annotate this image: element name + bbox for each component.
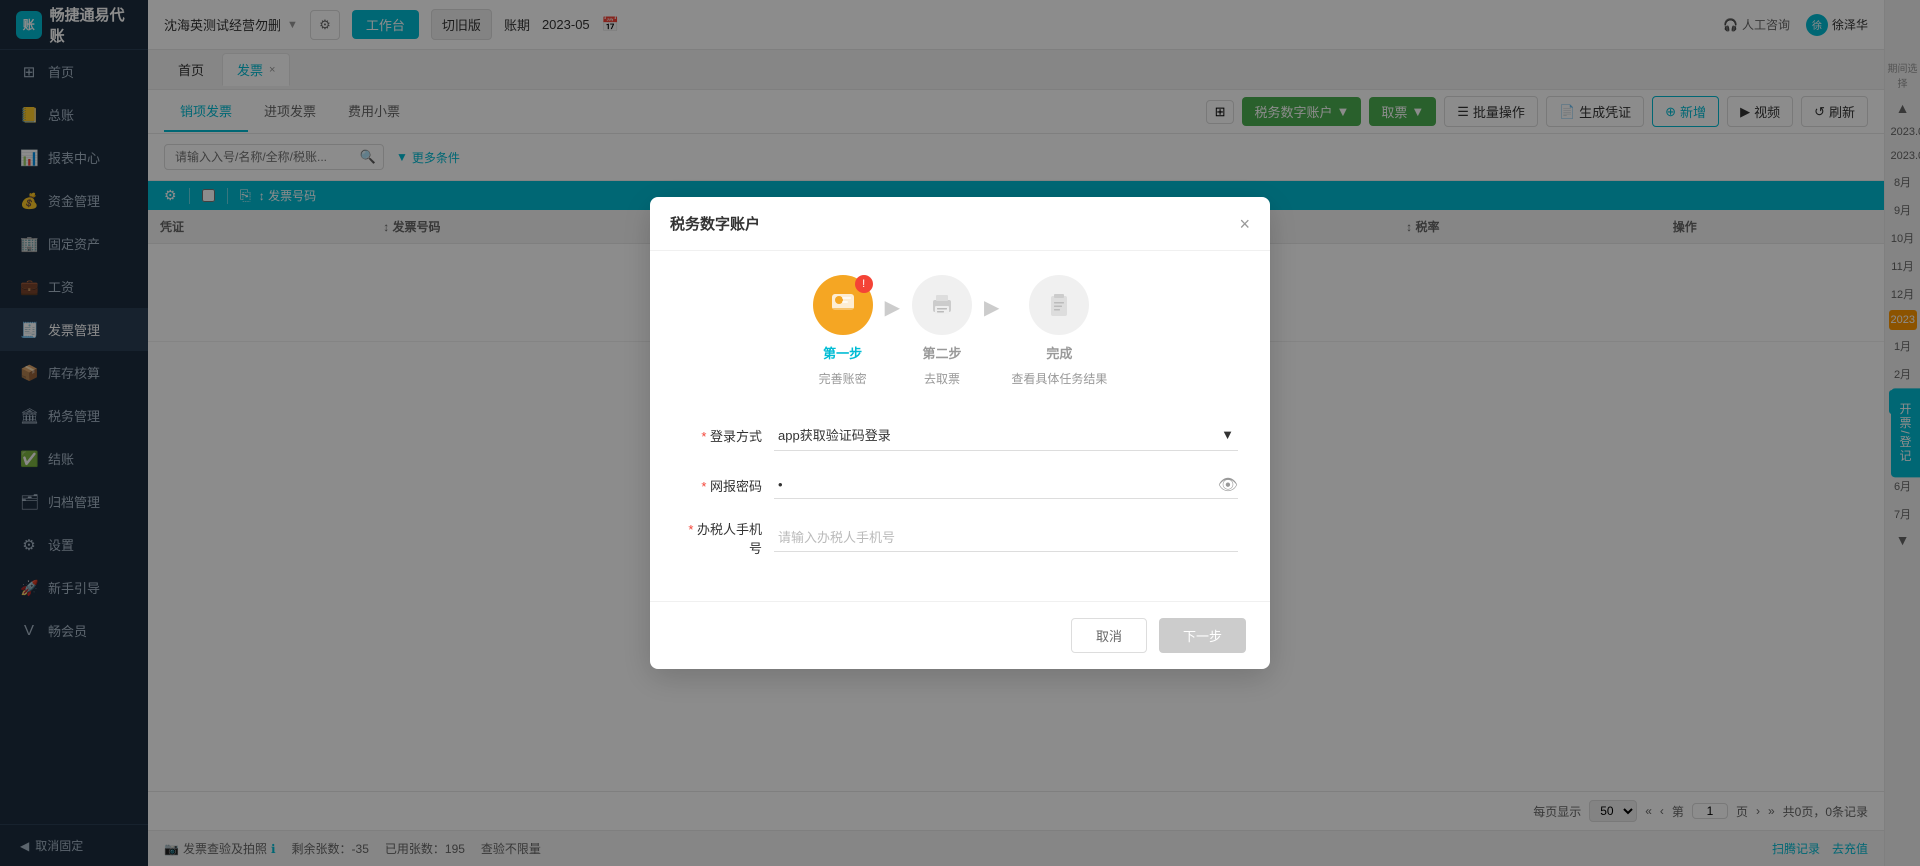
login-method-value: app获取验证码登录	[778, 425, 891, 444]
modal-footer: 取消 下一步	[650, 601, 1270, 669]
step-3-desc: 查看具体任务结果	[1011, 370, 1107, 387]
modal-title: 税务数字账户	[670, 213, 760, 234]
net-pwd-input[interactable]	[774, 471, 1218, 498]
step-arrow-1: ▶	[885, 275, 900, 320]
step-1-icon-wrap: !	[813, 275, 873, 335]
modal-body: ! 第一步 完善账密 ▶	[650, 251, 1270, 601]
form-row-taxpayer-phone: 办税人手机号	[682, 519, 1238, 557]
step-2-icon-wrap	[912, 275, 972, 335]
form-row-net-pwd: 网报密码 👁	[682, 471, 1238, 499]
form-row-login-method: 登录方式 app获取验证码登录 ▼	[682, 419, 1238, 451]
step-2-printer-icon	[927, 290, 957, 320]
net-pwd-input-wrap: 👁	[774, 471, 1238, 499]
taxpayer-phone-label: 办税人手机号	[682, 519, 762, 557]
taxpayer-phone-input[interactable]	[774, 524, 1238, 552]
step-3-clipboard-icon	[1044, 290, 1074, 320]
step-2-desc: 去取票	[924, 370, 960, 387]
step-3: 完成 查看具体任务结果	[1011, 275, 1107, 387]
step-1: ! 第一步 完善账密	[813, 275, 873, 387]
step-1-person-icon	[828, 290, 858, 320]
cancel-btn[interactable]: 取消	[1071, 618, 1147, 653]
net-pwd-label: 网报密码	[682, 476, 762, 495]
login-method-select[interactable]: app获取验证码登录 ▼	[774, 419, 1238, 451]
login-method-label: 登录方式	[682, 426, 762, 445]
tax-digital-modal: 税务数字账户 × !	[650, 197, 1270, 669]
steps: ! 第一步 完善账密 ▶	[682, 275, 1238, 387]
modal-overlay: 税务数字账户 × !	[0, 0, 1920, 866]
step-1-desc: 完善账密	[819, 370, 867, 387]
step-3-label: 完成	[1046, 343, 1072, 362]
chevron-down-icon: ▼	[1221, 427, 1234, 442]
step-2-label: 第二步	[922, 343, 961, 362]
modal-header: 税务数字账户 ×	[650, 197, 1270, 251]
step-1-label: 第一步	[823, 343, 862, 362]
eye-icon[interactable]: 👁	[1218, 475, 1238, 495]
step-arrow-2: ▶	[984, 275, 999, 320]
step-1-badge: !	[855, 275, 873, 293]
step-3-icon-wrap	[1029, 275, 1089, 335]
step-2: 第二步 去取票	[912, 275, 972, 387]
modal-close-btn[interactable]: ×	[1239, 215, 1250, 233]
next-btn[interactable]: 下一步	[1159, 618, 1246, 653]
